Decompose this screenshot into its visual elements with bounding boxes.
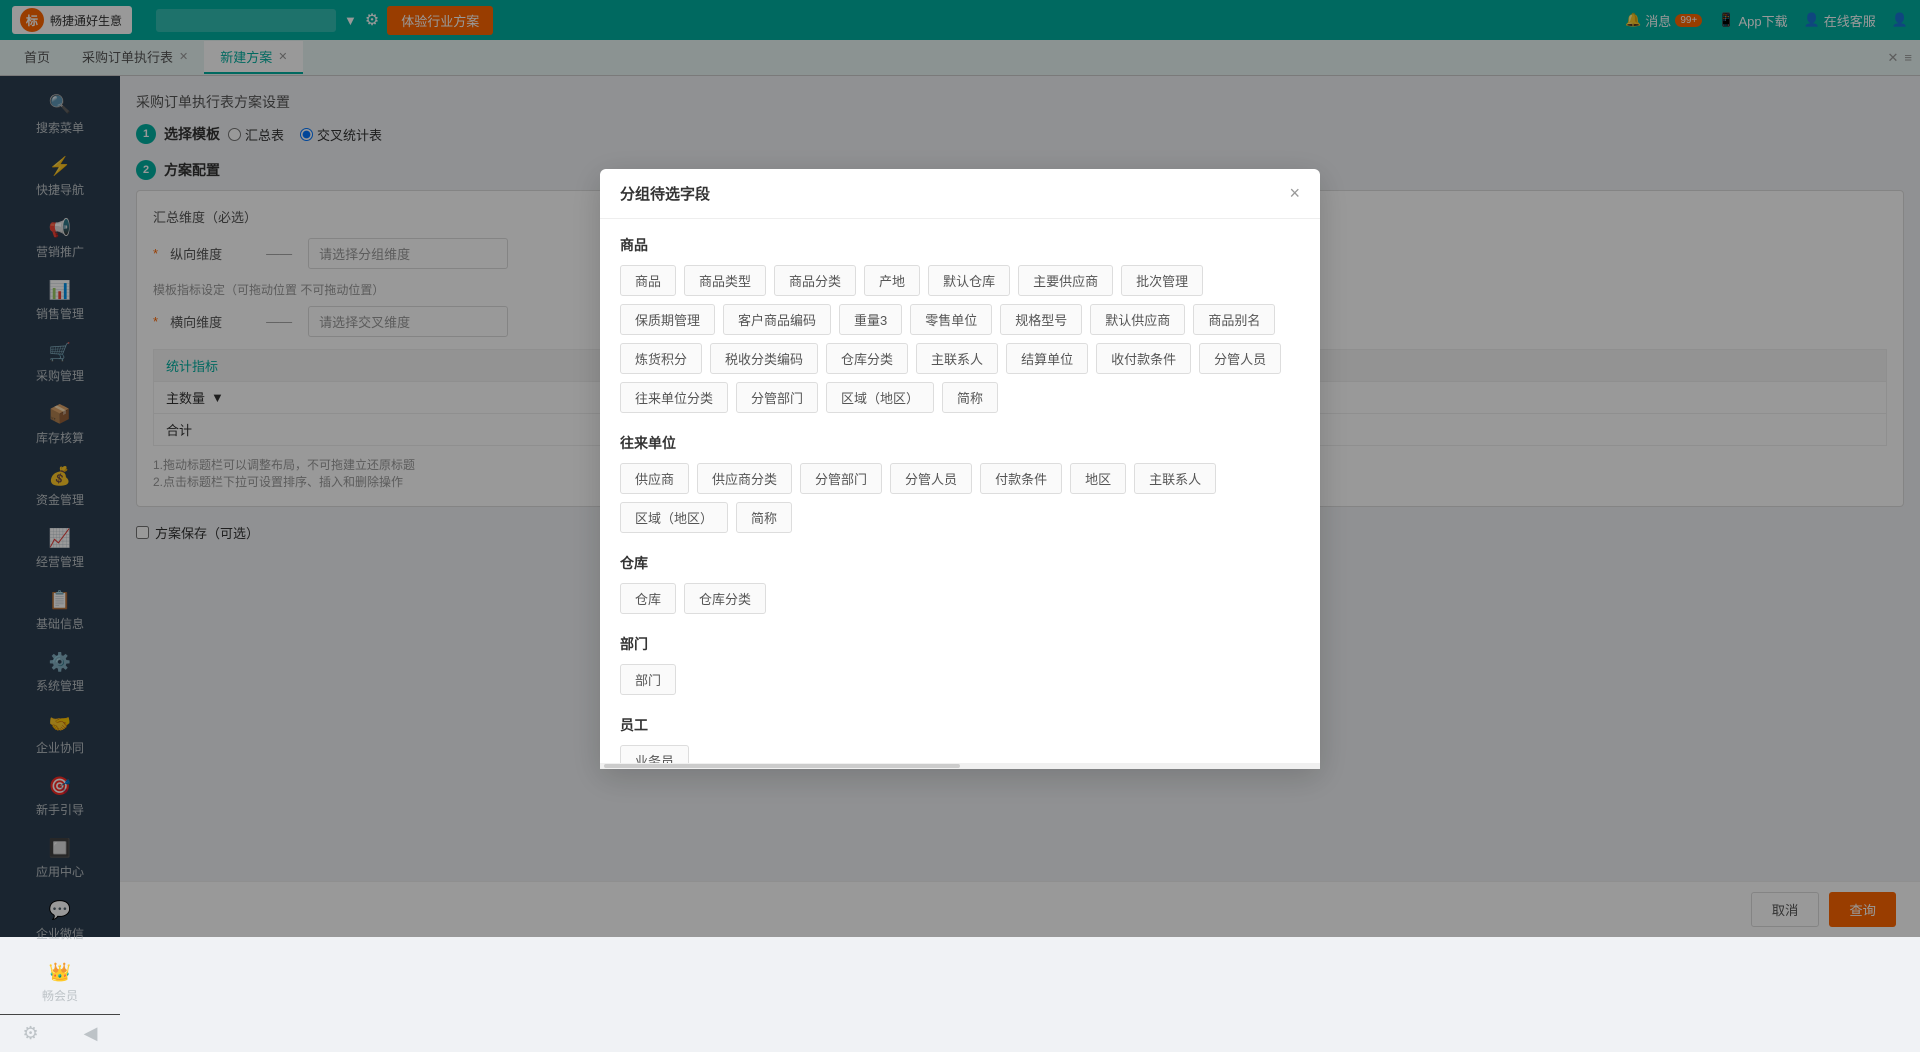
- field-tag-0-18[interactable]: 结算单位: [1006, 343, 1088, 374]
- field-tag-0-21[interactable]: 往来单位分类: [620, 382, 728, 413]
- section-title-0: 商品: [620, 235, 1300, 255]
- field-tag-0-6[interactable]: 批次管理: [1121, 265, 1203, 296]
- field-tag-0-7[interactable]: 保质期管理: [620, 304, 715, 335]
- field-tag-0-23[interactable]: 区域（地区）: [826, 382, 934, 413]
- modal-header: 分组待选字段 ×: [600, 169, 1320, 219]
- field-tag-3-0[interactable]: 部门: [620, 664, 676, 695]
- field-tag-0-15[interactable]: 税收分类编码: [710, 343, 818, 374]
- field-tag-1-0[interactable]: 供应商: [620, 463, 689, 494]
- modal-overlay[interactable]: 分组待选字段 × 商品商品商品类型商品分类产地默认仓库主要供应商批次管理保质期管…: [0, 0, 1920, 937]
- field-tag-0-10[interactable]: 零售单位: [910, 304, 992, 335]
- field-tag-2-1[interactable]: 仓库分类: [684, 583, 766, 614]
- field-tag-1-3[interactable]: 分管人员: [890, 463, 972, 494]
- field-tag-4-0[interactable]: 业务员: [620, 745, 689, 763]
- field-tags-4: 业务员: [620, 745, 1300, 763]
- field-tag-1-1[interactable]: 供应商分类: [697, 463, 792, 494]
- field-tag-1-7[interactable]: 区域（地区）: [620, 502, 728, 533]
- sidebar-settings-icon[interactable]: ⚙: [23, 1023, 39, 1044]
- field-tag-0-19[interactable]: 收付款条件: [1096, 343, 1191, 374]
- field-tags-0: 商品商品类型商品分类产地默认仓库主要供应商批次管理保质期管理客户商品编码重量3 零…: [620, 265, 1300, 413]
- field-tag-1-2[interactable]: 分管部门: [800, 463, 882, 494]
- field-tag-0-20[interactable]: 分管人员: [1199, 343, 1281, 374]
- horizontal-scrollbar[interactable]: [600, 763, 1320, 769]
- field-tags-2: 仓库仓库分类: [620, 583, 1300, 614]
- scrollbar-thumb: [604, 764, 960, 768]
- field-tag-2-0[interactable]: 仓库: [620, 583, 676, 614]
- field-tag-0-24[interactable]: 简称: [942, 382, 998, 413]
- field-tag-0-9[interactable]: 重量3: [839, 304, 902, 335]
- modal-section-4: 员工业务员: [620, 715, 1300, 763]
- field-tag-0-16[interactable]: 仓库分类: [826, 343, 908, 374]
- modal-body: 商品商品商品类型商品分类产地默认仓库主要供应商批次管理保质期管理客户商品编码重量…: [600, 219, 1320, 763]
- field-tag-0-0[interactable]: 商品: [620, 265, 676, 296]
- field-tag-0-8[interactable]: 客户商品编码: [723, 304, 831, 335]
- section-title-1: 往来单位: [620, 433, 1300, 453]
- member-icon: 👑: [49, 962, 71, 983]
- modal-section-3: 部门部门: [620, 634, 1300, 695]
- sidebar-collapse-icon[interactable]: ◀: [84, 1023, 98, 1044]
- modal-section-0: 商品商品商品类型商品分类产地默认仓库主要供应商批次管理保质期管理客户商品编码重量…: [620, 235, 1300, 413]
- field-tag-0-1[interactable]: 商品类型: [684, 265, 766, 296]
- field-tag-0-5[interactable]: 主要供应商: [1018, 265, 1113, 296]
- field-tag-0-13[interactable]: 商品别名: [1193, 304, 1275, 335]
- field-tag-0-14[interactable]: 炼货积分: [620, 343, 702, 374]
- field-tag-1-8[interactable]: 简称: [736, 502, 792, 533]
- field-tag-1-5[interactable]: 地区: [1070, 463, 1126, 494]
- field-tag-0-11[interactable]: 规格型号: [1000, 304, 1082, 335]
- field-tag-0-12[interactable]: 默认供应商: [1090, 304, 1185, 335]
- field-tag-0-4[interactable]: 默认仓库: [928, 265, 1010, 296]
- field-tags-3: 部门: [620, 664, 1300, 695]
- section-title-2: 仓库: [620, 553, 1300, 573]
- modal-title: 分组待选字段: [620, 183, 710, 204]
- field-tag-0-17[interactable]: 主联系人: [916, 343, 998, 374]
- modal-section-1: 往来单位供应商供应商分类分管部门分管人员付款条件地区主联系人区域（地区） 简称: [620, 433, 1300, 533]
- field-tag-1-6[interactable]: 主联系人: [1134, 463, 1216, 494]
- field-tag-0-22[interactable]: 分管部门: [736, 382, 818, 413]
- field-tag-1-4[interactable]: 付款条件: [980, 463, 1062, 494]
- field-tags-1: 供应商供应商分类分管部门分管人员付款条件地区主联系人区域（地区） 简称: [620, 463, 1300, 533]
- modal-section-2: 仓库仓库仓库分类: [620, 553, 1300, 614]
- section-title-3: 部门: [620, 634, 1300, 654]
- modal: 分组待选字段 × 商品商品商品类型商品分类产地默认仓库主要供应商批次管理保质期管…: [600, 169, 1320, 769]
- modal-close-button[interactable]: ×: [1289, 184, 1300, 202]
- sidebar-item-member[interactable]: 👑 畅会员: [0, 952, 120, 1014]
- sidebar-bottom: ⚙ ◀: [0, 1014, 120, 1052]
- field-tag-0-3[interactable]: 产地: [864, 265, 920, 296]
- sidebar-item-member-label: 畅会员: [42, 987, 78, 1004]
- section-title-4: 员工: [620, 715, 1300, 735]
- field-tag-0-2[interactable]: 商品分类: [774, 265, 856, 296]
